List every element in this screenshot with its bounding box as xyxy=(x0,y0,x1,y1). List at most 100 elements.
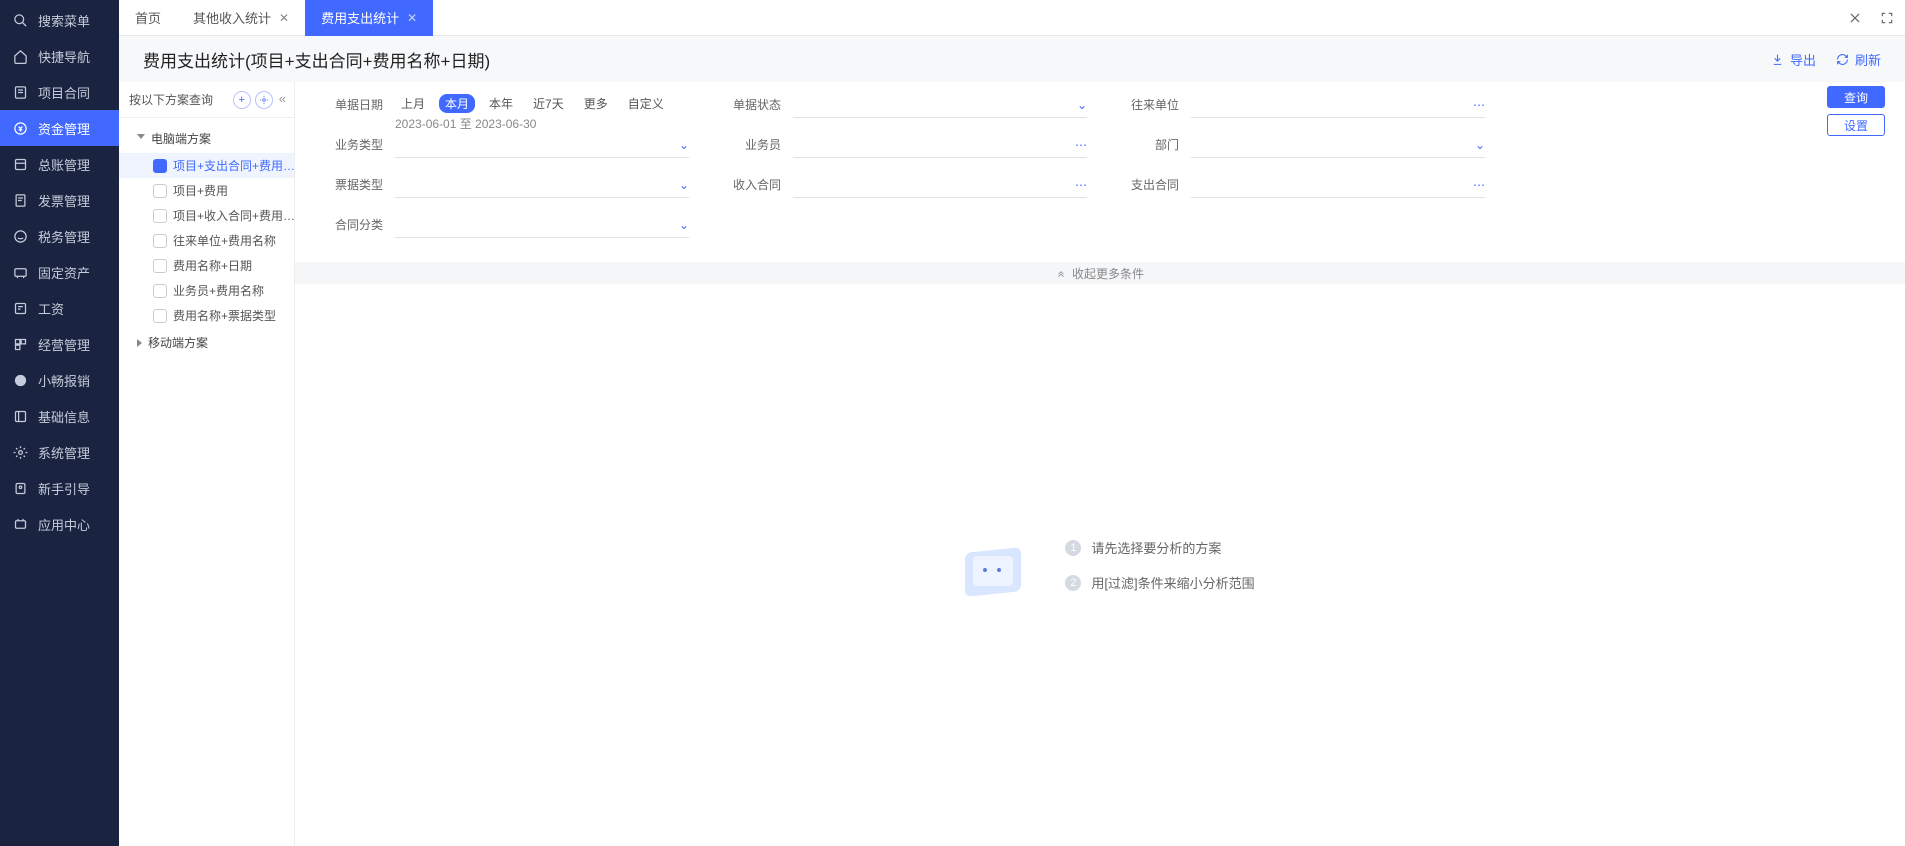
sidebar-item-label: 应用中心 xyxy=(38,515,90,534)
tax-icon xyxy=(12,228,28,244)
collapse-conditions-bar[interactable]: 收起更多条件 xyxy=(295,262,1905,284)
scheme-header: 按以下方案查询 + « xyxy=(119,82,294,118)
export-button[interactable]: 导出 xyxy=(1771,50,1816,69)
chevron-down-icon[interactable]: ⌄ xyxy=(679,138,689,152)
tab-home[interactable]: 首页 xyxy=(119,0,177,36)
fullscreen-button[interactable] xyxy=(1877,8,1897,28)
refresh-button[interactable]: 刷新 xyxy=(1836,50,1881,69)
collapse-panel-button[interactable]: « xyxy=(277,91,288,109)
scheme-group-mobile[interactable]: 移动端方案 xyxy=(119,328,294,357)
operator-input[interactable] xyxy=(793,134,1087,158)
scheme-settings-button[interactable] xyxy=(255,91,273,109)
date-seg-more[interactable]: 更多 xyxy=(578,94,614,113)
date-range-text: 2023-06-01 至 2023-06-30 xyxy=(395,115,689,132)
sidebar-item-invoice[interactable]: 发票管理 xyxy=(0,182,119,218)
scheme-item[interactable]: 往来单位+费用名称 xyxy=(119,228,294,253)
sidebar-item-tax[interactable]: 税务管理 xyxy=(0,218,119,254)
scheme-item-label: 费用名称+票据类型 xyxy=(173,307,276,324)
more-icon[interactable]: ⋯ xyxy=(1473,98,1485,112)
empty-step-2: 2用[过滤]条件来缩小分析范围 xyxy=(1065,573,1254,592)
more-icon[interactable]: ⋯ xyxy=(1473,178,1485,192)
sidebar-item-funds[interactable]: 资金管理 xyxy=(0,110,119,146)
filter-area: 单据日期 上月 本月 本年 近7天 更多 自定义 20 xyxy=(295,82,1905,846)
sidebar-item-project-contract[interactable]: 项目合同 xyxy=(0,74,119,110)
more-icon[interactable]: ⋯ xyxy=(1075,138,1087,152)
biztype-select[interactable] xyxy=(395,134,689,158)
scheme-item-icon xyxy=(153,209,167,223)
filter-contract-class: 合同分类 ⌄ xyxy=(319,214,717,254)
sidebar-item-general-ledger[interactable]: 总账管理 xyxy=(0,146,119,182)
sidebar-item-newbie-guide[interactable]: 新手引导 xyxy=(0,470,119,506)
vouchertype-select[interactable] xyxy=(395,174,689,198)
scheme-item[interactable]: 费用名称+票据类型 xyxy=(119,303,294,328)
sidebar: 搜索菜单 快捷导航 项目合同 资金管理 总账管理 发票管理 税务管理 固定资产 … xyxy=(0,0,119,846)
expense-contract-input[interactable] xyxy=(1191,174,1485,198)
search-icon xyxy=(12,12,28,28)
sidebar-item-reimburse[interactable]: 小畅报销 xyxy=(0,362,119,398)
partner-input[interactable] xyxy=(1191,94,1485,118)
scheme-item[interactable]: 费用名称+日期 xyxy=(119,253,294,278)
close-icon[interactable]: ✕ xyxy=(407,11,417,25)
step-text: 用[过滤]条件来缩小分析范围 xyxy=(1091,573,1254,592)
collapse-label: 收起更多条件 xyxy=(1072,265,1144,282)
chevron-down-icon[interactable]: ⌄ xyxy=(679,218,689,232)
sidebar-item-label: 总账管理 xyxy=(38,155,90,174)
scheme-header-text: 按以下方案查询 xyxy=(129,91,233,108)
filter-label: 收入合同 xyxy=(717,174,781,193)
status-select[interactable] xyxy=(793,94,1087,118)
sidebar-item-business[interactable]: 经营管理 xyxy=(0,326,119,362)
filter-bill-status: 单据状态 ⌄ xyxy=(717,94,1115,134)
scheme-item[interactable]: 项目+支出合同+费用… xyxy=(119,153,294,178)
chevron-down-icon[interactable]: ⌄ xyxy=(1077,98,1087,112)
sidebar-item-label: 系统管理 xyxy=(38,443,90,462)
scheme-item-label: 业务员+费用名称 xyxy=(173,282,264,299)
date-seg-this-year[interactable]: 本年 xyxy=(483,94,519,113)
tab-label: 其他收入统计 xyxy=(193,8,271,27)
sidebar-item-quicknav[interactable]: 快捷导航 xyxy=(0,38,119,74)
sidebar-item-label: 发票管理 xyxy=(38,191,90,210)
filter-bill-date: 单据日期 上月 本月 本年 近7天 更多 自定义 20 xyxy=(319,94,717,134)
filter-label: 往来单位 xyxy=(1115,94,1179,113)
empty-state: 1请先选择要分析的方案 2用[过滤]条件来缩小分析范围 xyxy=(295,284,1905,846)
add-scheme-button[interactable]: + xyxy=(233,91,251,109)
sidebar-item-fixed-asset[interactable]: 固定资产 xyxy=(0,254,119,290)
tab-other-income-stats[interactable]: 其他收入统计 ✕ xyxy=(177,0,305,36)
chevron-down-icon[interactable]: ⌄ xyxy=(1475,138,1485,152)
business-icon xyxy=(12,336,28,352)
date-seg-custom[interactable]: 自定义 xyxy=(622,94,670,113)
contract-class-select[interactable] xyxy=(395,214,689,238)
tab-expense-stats[interactable]: 费用支出统计✕ xyxy=(305,0,433,36)
filter-operator: 业务员 ⋯ xyxy=(717,134,1115,174)
settings-button[interactable]: 设置 xyxy=(1827,114,1885,136)
scheme-item[interactable]: 业务员+费用名称 xyxy=(119,278,294,303)
asset-icon xyxy=(12,264,28,280)
sidebar-item-search-menu[interactable]: 搜索菜单 xyxy=(0,2,119,38)
refresh-icon xyxy=(1836,53,1849,66)
scheme-item-label: 项目+支出合同+费用… xyxy=(173,157,294,174)
query-button[interactable]: 查询 xyxy=(1827,86,1885,108)
page-header: 费用支出统计(项目+支出合同+费用名称+日期) 导出 刷新 xyxy=(119,36,1905,82)
date-seg-7days[interactable]: 近7天 xyxy=(527,94,570,113)
income-contract-input[interactable] xyxy=(793,174,1087,198)
sidebar-item-app-center[interactable]: 应用中心 xyxy=(0,506,119,542)
scheme-group-label: 移动端方案 xyxy=(148,334,208,351)
date-seg-last-month[interactable]: 上月 xyxy=(395,94,431,113)
base-icon xyxy=(12,408,28,424)
scheme-group-pc[interactable]: 电脑端方案 xyxy=(119,124,294,153)
sidebar-item-salary[interactable]: 工资 xyxy=(0,290,119,326)
ledger-icon xyxy=(12,156,28,172)
chevron-down-icon[interactable]: ⌄ xyxy=(679,178,689,192)
step-text: 请先选择要分析的方案 xyxy=(1091,538,1221,557)
date-seg-this-month[interactable]: 本月 xyxy=(439,94,475,113)
more-icon[interactable]: ⋯ xyxy=(1075,178,1087,192)
reimburse-icon xyxy=(12,372,28,388)
scheme-item[interactable]: 项目+收入合同+费用… xyxy=(119,203,294,228)
dept-select[interactable] xyxy=(1191,134,1485,158)
filter-label: 单据日期 xyxy=(319,94,383,113)
scheme-item[interactable]: 项目+费用 xyxy=(119,178,294,203)
close-tab-button[interactable] xyxy=(1845,8,1865,28)
sidebar-item-basic-info[interactable]: 基础信息 xyxy=(0,398,119,434)
close-icon[interactable]: ✕ xyxy=(279,11,289,25)
sidebar-item-system[interactable]: 系统管理 xyxy=(0,434,119,470)
sidebar-item-label: 资金管理 xyxy=(38,119,90,138)
